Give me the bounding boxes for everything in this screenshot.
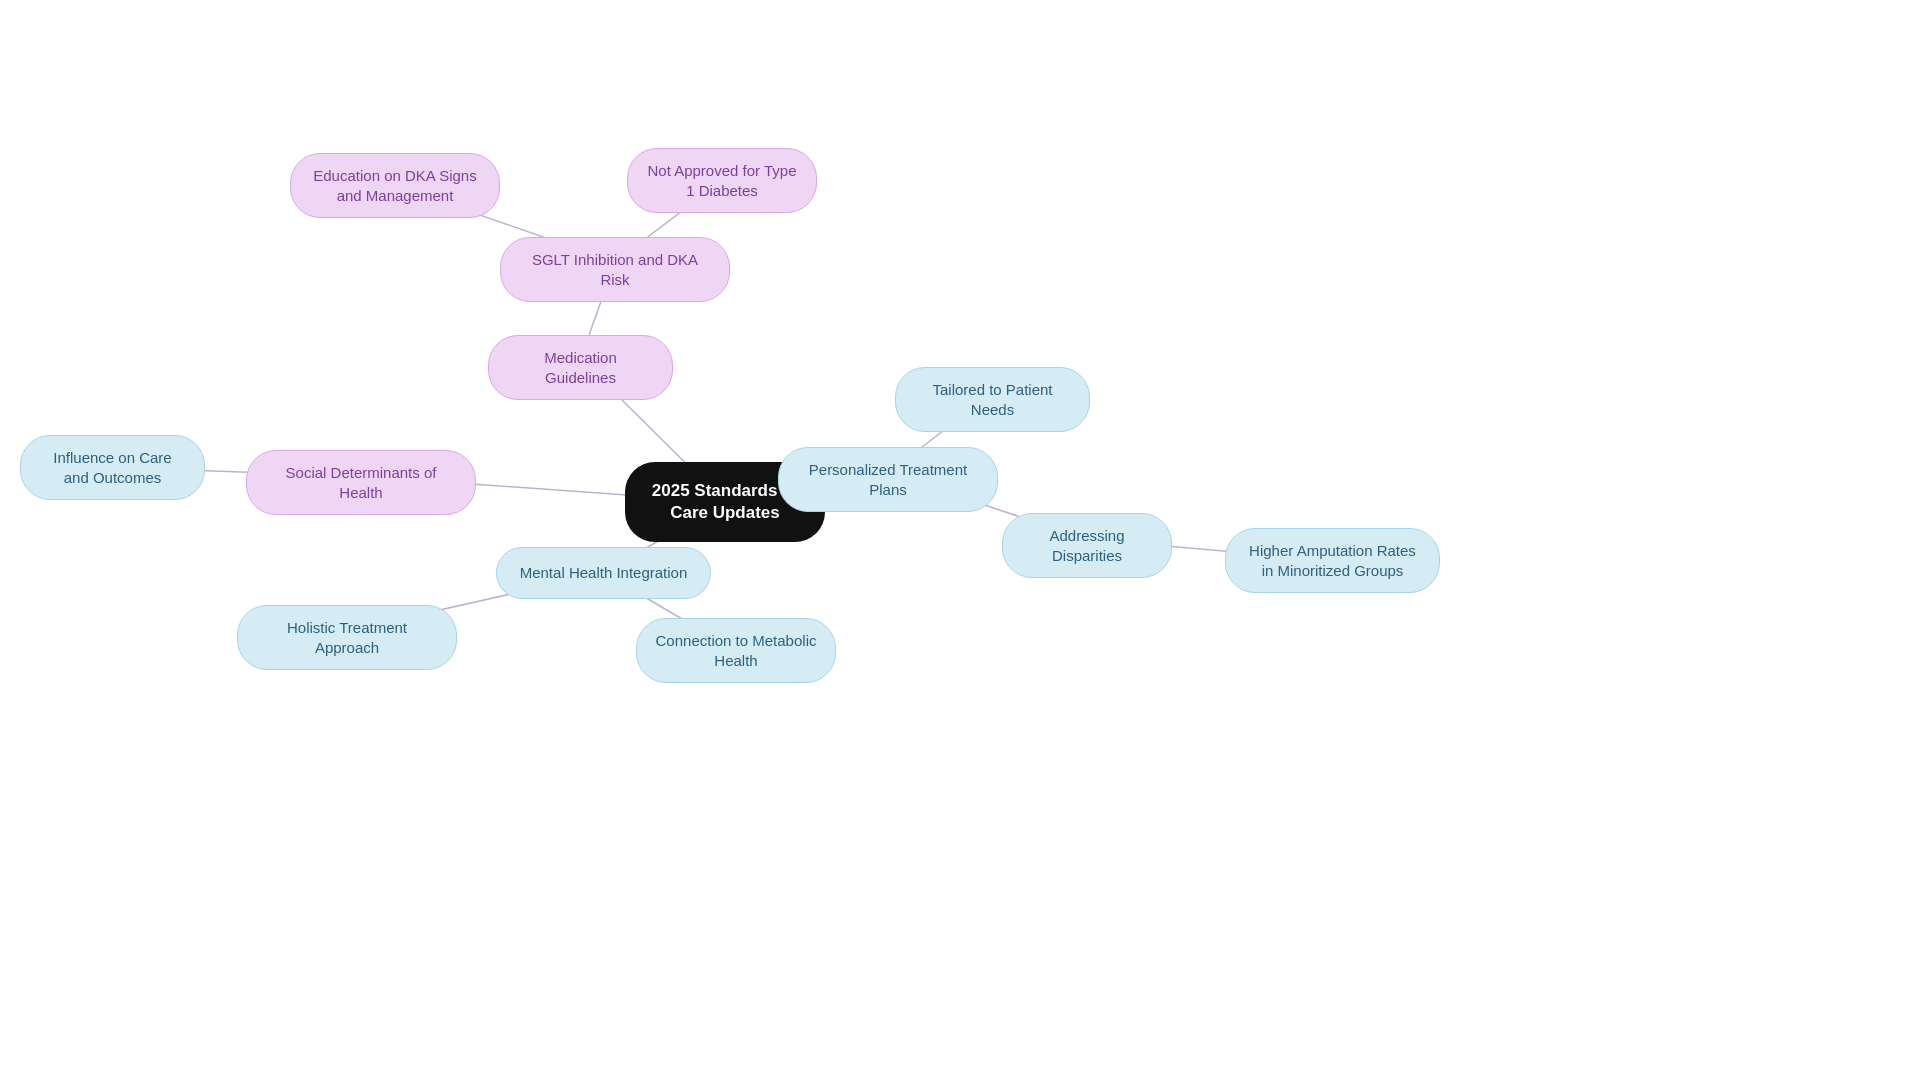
connections-svg	[0, 0, 1920, 1083]
node-not-approved[interactable]: Not Approved for Type 1 Diabetes	[627, 148, 817, 213]
node-education-dka[interactable]: Education on DKA Signs and Management	[290, 153, 500, 218]
node-connection-metabolic[interactable]: Connection to Metabolic Health	[636, 618, 836, 683]
node-holistic-treatment[interactable]: Holistic Treatment Approach	[237, 605, 457, 670]
node-tailored-patient[interactable]: Tailored to Patient Needs	[895, 367, 1090, 432]
node-influence-care[interactable]: Influence on Care and Outcomes	[20, 435, 205, 500]
mindmap-container: 2025 Standards of Care UpdatesEducation …	[0, 0, 1920, 1083]
node-addressing-disparities[interactable]: Addressing Disparities	[1002, 513, 1172, 578]
node-higher-amputation[interactable]: Higher Amputation Rates in Minoritized G…	[1225, 528, 1440, 593]
node-mental-health[interactable]: Mental Health Integration	[496, 547, 711, 599]
node-medication-guidelines[interactable]: Medication Guidelines	[488, 335, 673, 400]
node-sglt-dka[interactable]: SGLT Inhibition and DKA Risk	[500, 237, 730, 302]
node-personalized-treatment[interactable]: Personalized Treatment Plans	[778, 447, 998, 512]
node-social-determinants[interactable]: Social Determinants of Health	[246, 450, 476, 515]
